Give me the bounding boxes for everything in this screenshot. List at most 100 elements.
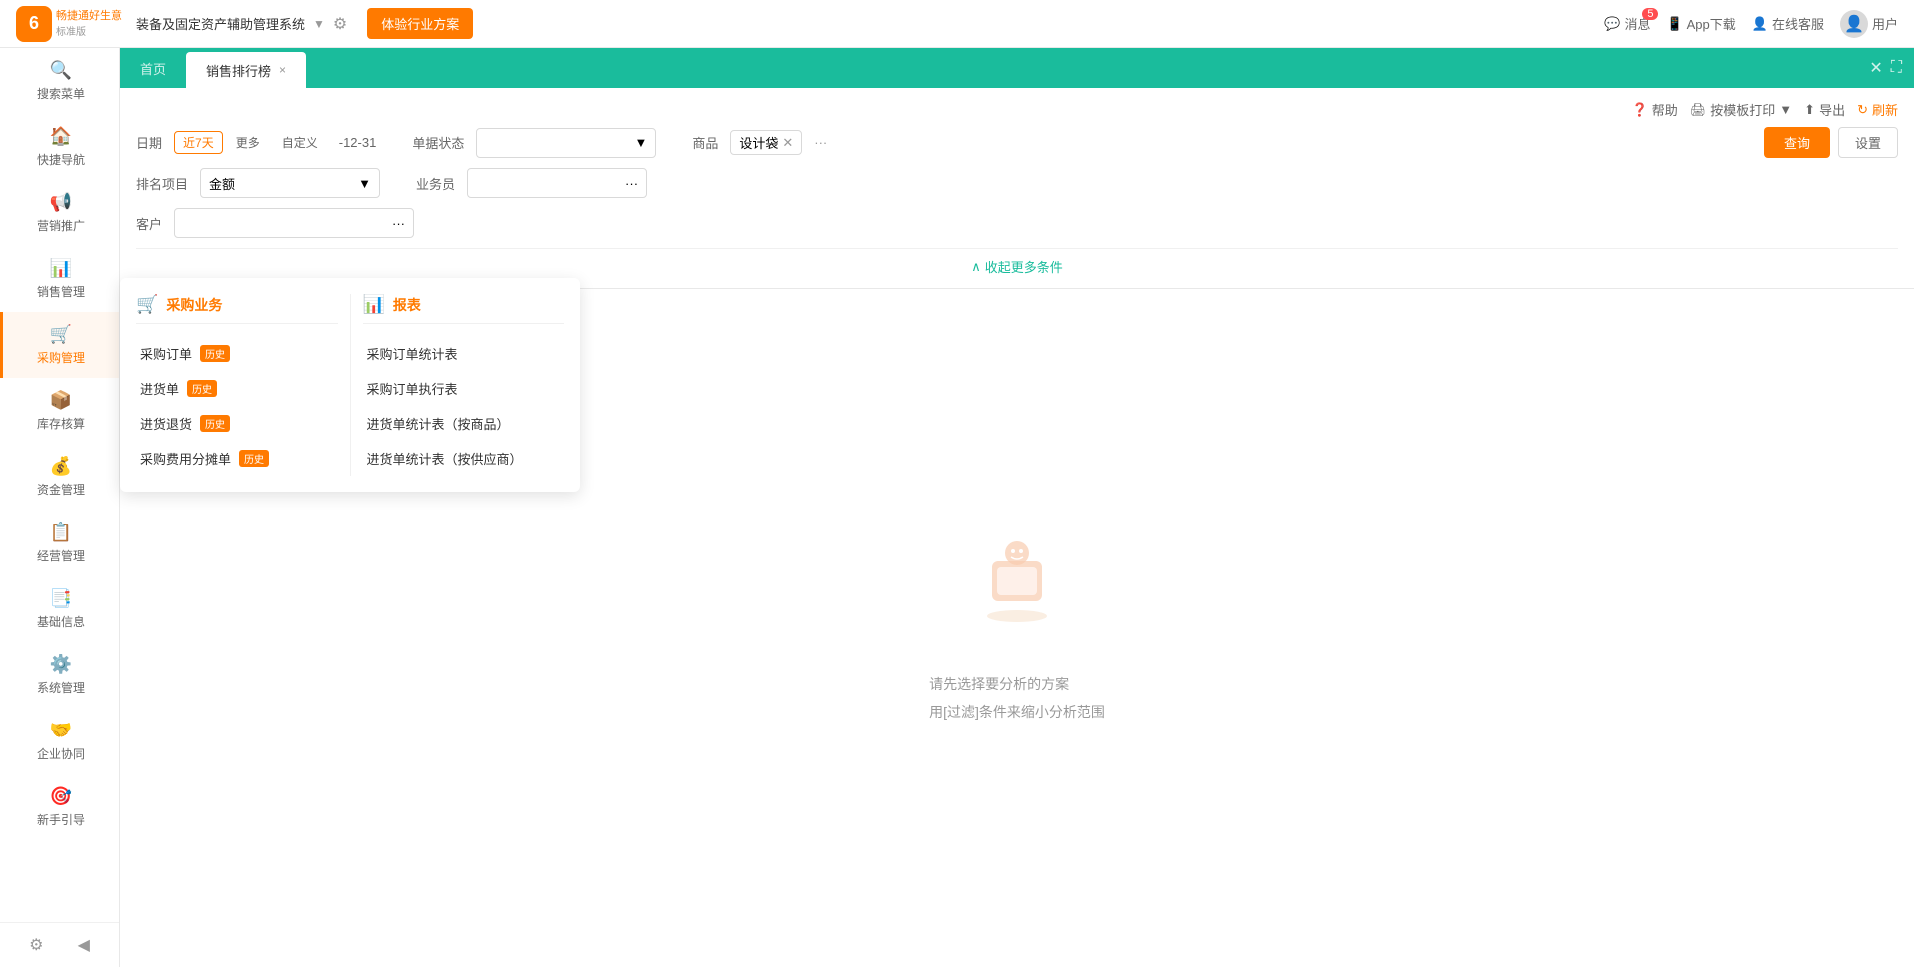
report-po-stats-item[interactable]: 采购订单统计表	[363, 336, 565, 371]
tab-close-window-icon[interactable]: ✕	[1869, 58, 1882, 78]
basicinfo-icon: 📑	[50, 588, 72, 609]
sidebar-item-system[interactable]: ⚙️ 系统管理	[0, 642, 119, 708]
product-tag-value: 设计袋	[739, 133, 778, 152]
purchase-return-history[interactable]: 历史	[200, 415, 230, 432]
purchase-order-item[interactable]: 采购订单 历史	[136, 336, 338, 371]
status-select[interactable]: ▼	[476, 128, 656, 158]
query-button[interactable]: 查询	[1764, 127, 1830, 158]
empty-line1: 请先选择要分析的方案	[929, 670, 1105, 698]
finance-icon: 💰	[50, 456, 72, 477]
system-title-text: 装备及固定资产辅助管理系统	[136, 14, 305, 33]
purchase-expense-history[interactable]: 历史	[239, 450, 269, 467]
sidebar-item-collab[interactable]: 🤝 企业协同	[0, 708, 119, 774]
report-receipt-product-item[interactable]: 进货单统计表（按商品）	[363, 406, 565, 441]
online-service-item[interactable]: 👤 在线客服	[1752, 14, 1824, 33]
sidebar-item-operations[interactable]: 📋 经营管理	[0, 510, 119, 576]
rank-select-arrow: ▼	[358, 176, 371, 191]
industry-button[interactable]: 体验行业方案	[367, 8, 473, 39]
collapse-arrow-icon: ∧	[971, 259, 981, 275]
time-options: 近7天 更多 自定义	[174, 131, 327, 154]
tab-close-icon[interactable]: ×	[279, 63, 286, 77]
empty-illustration	[967, 531, 1067, 650]
sidebar-label-system: 系统管理	[37, 679, 85, 696]
marketing-icon: 📢	[50, 192, 72, 213]
empty-text-area: 请先选择要分析的方案 用[过滤]条件来缩小分析范围	[929, 670, 1105, 726]
help-button[interactable]: ❓ 帮助	[1632, 100, 1678, 119]
user-label: 用户	[1872, 14, 1898, 33]
online-service-label: 在线客服	[1772, 14, 1824, 33]
title-dropdown-arrow[interactable]: ▼	[313, 17, 325, 31]
dropdown-menu-container: 🛒 采购业务 采购订单 历史 进货单 历史 进货退货	[120, 278, 580, 492]
collapse-row: ∧ 收起更多条件	[136, 257, 1898, 276]
report-receipt-supplier-item[interactable]: 进货单统计表（按供应商）	[363, 441, 565, 476]
message-item[interactable]: 💬 消息 5	[1604, 14, 1650, 33]
sidebar-collapse-icon[interactable]: ◀	[78, 935, 90, 955]
collapse-button[interactable]: ∧ 收起更多条件	[971, 257, 1063, 276]
sidebar-label-operations: 经营管理	[37, 547, 85, 564]
salesperson-select-arrow: ···	[625, 176, 638, 191]
system-settings-icon[interactable]: ⚙	[333, 14, 347, 34]
message-icon: 💬	[1604, 16, 1620, 32]
export-button[interactable]: ⬆ 导出	[1804, 100, 1845, 119]
date-filter-row: 日期 近7天 更多 自定义 -12-31 单据状态 ▼ 商品 设计袋	[136, 127, 1898, 158]
product-more-icon[interactable]: ···	[814, 135, 827, 150]
sidebar-item-purchase[interactable]: 🛒 采购管理	[0, 312, 119, 378]
purchase-title-icon: 🛒	[136, 294, 158, 315]
sidebar-item-search[interactable]: 🔍 搜索菜单	[0, 48, 119, 114]
time-btn-custom[interactable]: 自定义	[273, 131, 327, 154]
sidebar-item-guide[interactable]: 🎯 新手引导	[0, 774, 119, 840]
sidebar-label-guide: 新手引导	[37, 811, 85, 828]
report-col-title: 📊 报表	[363, 294, 565, 324]
customer-select-more[interactable]: ···	[392, 216, 405, 231]
report-col: 📊 报表 采购订单统计表 采购订单执行表 进货单统计表（按商品）	[363, 294, 565, 476]
print-dropdown-icon[interactable]: ▼	[1779, 102, 1792, 117]
logo-badge: 标准版	[56, 23, 122, 38]
app-download-item[interactable]: 📱 App下载	[1666, 14, 1735, 33]
logo-name: 畅捷通好生意	[56, 9, 122, 23]
report-title-icon: 📊	[363, 294, 385, 315]
tab-home-label: 首页	[140, 59, 166, 78]
report-po-exec-label: 采购订单执行表	[367, 379, 458, 398]
empty-line2: 用[过滤]条件来缩小分析范围	[929, 698, 1105, 726]
tab-home[interactable]: 首页	[120, 48, 186, 88]
time-btn-more[interactable]: 更多	[227, 131, 269, 154]
purchase-receipt-history[interactable]: 历史	[187, 380, 217, 397]
product-filter-label: 商品	[692, 133, 718, 152]
purchase-col: 🛒 采购业务 采购订单 历史 进货单 历史 进货退货	[136, 294, 338, 476]
tab-bar: 首页 销售排行榜 × ✕ ⛶	[120, 48, 1914, 88]
tab-maximize-icon[interactable]: ⛶	[1891, 59, 1902, 77]
tab-extra-actions: ✕ ⛶	[1869, 58, 1914, 78]
user-item[interactable]: 👤 用户	[1840, 10, 1898, 38]
sidebar-item-basicinfo[interactable]: 📑 基础信息	[0, 576, 119, 642]
search-icon: 🔍	[50, 60, 72, 81]
settings-button[interactable]: 设置	[1838, 127, 1898, 158]
content-area: 首页 销售排行榜 × ✕ ⛶ ❓ 帮助	[120, 48, 1914, 967]
sidebar-label-sales: 销售管理	[37, 283, 85, 300]
product-tag-close[interactable]: ✕	[782, 135, 793, 151]
refresh-button[interactable]: ↻ 刷新	[1857, 100, 1898, 119]
purchase-return-item[interactable]: 进货退货 历史	[136, 406, 338, 441]
sidebar-item-finance[interactable]: 💰 资金管理	[0, 444, 119, 510]
report-receipt-supplier-label: 进货单统计表（按供应商）	[367, 449, 523, 468]
report-po-exec-item[interactable]: 采购订单执行表	[363, 371, 565, 406]
report-receipt-product-label: 进货单统计表（按商品）	[367, 414, 510, 433]
sidebar-item-quicknav[interactable]: 🏠 快捷导航	[0, 114, 119, 180]
print-button[interactable]: 🖨 按模板打印 ▼	[1690, 100, 1792, 119]
product-tag: 设计袋 ✕	[730, 130, 802, 155]
sidebar-item-marketing[interactable]: 📢 营销推广	[0, 180, 119, 246]
purchase-order-history[interactable]: 历史	[200, 345, 230, 362]
sidebar-item-inventory[interactable]: 📦 库存核算	[0, 378, 119, 444]
purchase-receipt-item[interactable]: 进货单 历史	[136, 371, 338, 406]
sidebar-label-quicknav: 快捷导航	[37, 151, 85, 168]
collab-icon: 🤝	[50, 720, 72, 741]
tab-sales-rank[interactable]: 销售排行榜 ×	[186, 52, 306, 88]
purchase-expense-item[interactable]: 采购费用分摊单 历史	[136, 441, 338, 476]
time-btn-7days[interactable]: 近7天	[174, 131, 223, 154]
rank-select-value: 金额	[209, 174, 235, 193]
sidebar-item-sales[interactable]: 📊 销售管理	[0, 246, 119, 312]
sidebar-settings-icon[interactable]: ⚙	[29, 935, 43, 955]
salesperson-select[interactable]: ···	[467, 168, 647, 198]
customer-select[interactable]: ···	[174, 208, 414, 238]
rank-select[interactable]: 金额 ▼	[200, 168, 380, 198]
purchase-expense-label: 采购费用分摊单	[140, 449, 231, 468]
